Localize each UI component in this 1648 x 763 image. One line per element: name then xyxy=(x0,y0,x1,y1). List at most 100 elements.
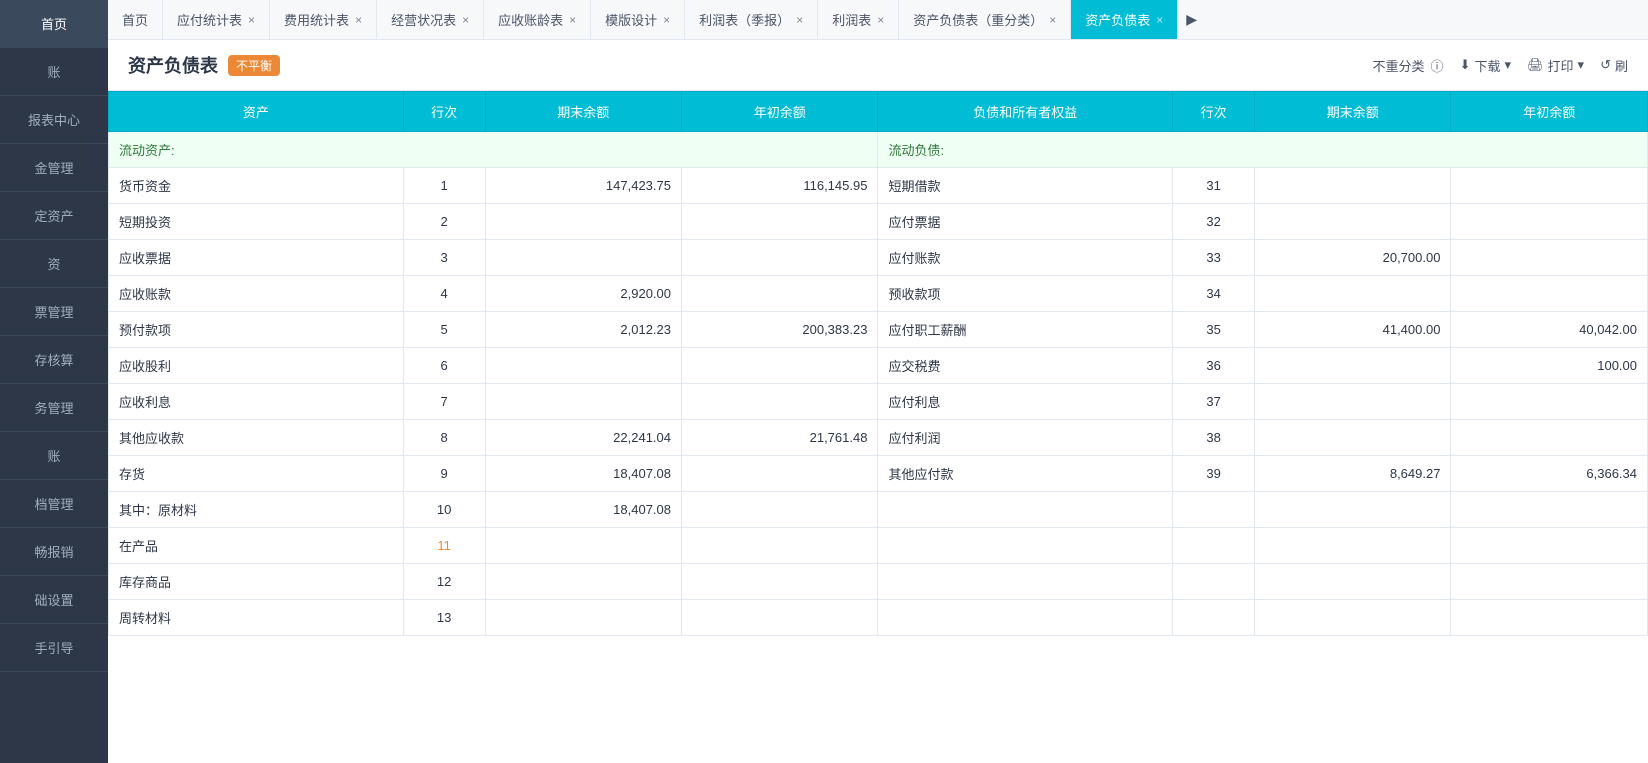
right-end-balance[interactable]: 20,700.00 xyxy=(1255,240,1451,276)
right-label[interactable] xyxy=(878,600,1173,636)
right-end-balance[interactable] xyxy=(1255,492,1451,528)
sidebar-item-ledger[interactable]: 账 xyxy=(0,48,108,96)
left-begin-balance[interactable] xyxy=(682,492,878,528)
left-end-balance[interactable]: 2,920.00 xyxy=(485,276,681,312)
close-tab-income-quarterly[interactable]: × xyxy=(796,13,803,27)
close-tab-template-design[interactable]: × xyxy=(663,13,670,27)
left-end-balance[interactable]: 147,423.75 xyxy=(485,168,681,204)
right-end-balance[interactable]: 41,400.00 xyxy=(1255,312,1451,348)
right-begin-balance[interactable] xyxy=(1451,420,1648,456)
left-begin-balance[interactable] xyxy=(682,600,878,636)
right-begin-balance[interactable]: 100.00 xyxy=(1451,348,1648,384)
close-tab-expense-stats[interactable]: × xyxy=(355,13,362,27)
sidebar-item-archive[interactable]: 档管理 xyxy=(0,480,108,528)
right-begin-balance[interactable] xyxy=(1451,564,1648,600)
right-end-balance[interactable] xyxy=(1255,204,1451,240)
tab-home[interactable]: 首页 xyxy=(108,0,163,40)
close-tab-balance-reclassified[interactable]: × xyxy=(1049,13,1056,27)
left-end-balance[interactable] xyxy=(485,564,681,600)
left-label[interactable]: 在产品 xyxy=(109,528,404,564)
right-begin-balance[interactable] xyxy=(1451,204,1648,240)
tab-balance[interactable]: 资产负债表 × xyxy=(1071,0,1178,40)
close-tab-operations[interactable]: × xyxy=(462,13,469,27)
left-label[interactable]: 存货 xyxy=(109,456,404,492)
tab-operations[interactable]: 经营状况表 × xyxy=(377,0,484,40)
left-label[interactable]: 预付款项 xyxy=(109,312,404,348)
left-begin-balance[interactable] xyxy=(682,564,878,600)
left-begin-balance[interactable]: 200,383.23 xyxy=(682,312,878,348)
right-end-balance[interactable] xyxy=(1255,564,1451,600)
left-begin-balance[interactable] xyxy=(682,204,878,240)
right-begin-balance[interactable] xyxy=(1451,600,1648,636)
right-begin-balance[interactable] xyxy=(1451,168,1648,204)
sidebar-item-home[interactable]: 首页 xyxy=(0,0,108,48)
left-end-balance[interactable]: 18,407.08 xyxy=(485,492,681,528)
sidebar-item-account[interactable]: 账 xyxy=(0,432,108,480)
close-tab-receivables-aging[interactable]: × xyxy=(569,13,576,27)
right-label[interactable] xyxy=(878,564,1173,600)
tab-balance-reclassified[interactable]: 资产负债表（重分类） × xyxy=(899,0,1071,40)
right-end-balance[interactable]: 8,649.27 xyxy=(1255,456,1451,492)
left-begin-balance[interactable]: 116,145.95 xyxy=(682,168,878,204)
left-begin-balance[interactable]: 21,761.48 xyxy=(682,420,878,456)
left-end-balance[interactable] xyxy=(485,600,681,636)
right-label[interactable]: 应付账款 xyxy=(878,240,1173,276)
left-label[interactable]: 短期投资 xyxy=(109,204,404,240)
right-begin-balance[interactable] xyxy=(1451,384,1648,420)
right-label[interactable]: 应付票据 xyxy=(878,204,1173,240)
left-end-balance[interactable]: 22,241.04 xyxy=(485,420,681,456)
sidebar-item-fixed-assets[interactable]: 定资产 xyxy=(0,192,108,240)
tab-payable-stats[interactable]: 应付统计表 × xyxy=(163,0,270,40)
sidebar-item-ticket-management[interactable]: 票管理 xyxy=(0,288,108,336)
right-begin-balance[interactable] xyxy=(1451,528,1648,564)
left-label[interactable]: 其中：原材料 xyxy=(109,492,404,528)
left-begin-balance[interactable] xyxy=(682,384,878,420)
left-begin-balance[interactable] xyxy=(682,528,878,564)
tab-expense-stats[interactable]: 费用统计表 × xyxy=(270,0,377,40)
close-tab-income[interactable]: × xyxy=(877,13,884,27)
right-label[interactable] xyxy=(878,528,1173,564)
download-button[interactable]: ⬇ 下载 ▾ xyxy=(1460,56,1511,75)
left-end-balance[interactable] xyxy=(485,204,681,240)
right-end-balance[interactable] xyxy=(1255,348,1451,384)
no-reclassify-button[interactable]: 不重分类 ⓘ xyxy=(1373,56,1444,75)
right-label[interactable]: 应付利息 xyxy=(878,384,1173,420)
print-button[interactable]: 🖨 打印 ▾ xyxy=(1527,56,1584,75)
sidebar-item-tax-management[interactable]: 务管理 xyxy=(0,384,108,432)
right-end-balance[interactable] xyxy=(1255,384,1451,420)
close-tab-payable-stats[interactable]: × xyxy=(248,13,255,27)
right-label[interactable]: 应付利润 xyxy=(878,420,1173,456)
left-label[interactable]: 货币资金 xyxy=(109,168,404,204)
sidebar-item-fund-management[interactable]: 金管理 xyxy=(0,144,108,192)
left-end-balance[interactable]: 18,407.08 xyxy=(485,456,681,492)
right-begin-balance[interactable]: 6,366.34 xyxy=(1451,456,1648,492)
right-end-balance[interactable] xyxy=(1255,528,1451,564)
tab-income-quarterly[interactable]: 利润表（季报） × xyxy=(685,0,818,40)
right-begin-balance[interactable] xyxy=(1451,240,1648,276)
left-begin-balance[interactable] xyxy=(682,456,878,492)
left-begin-balance[interactable] xyxy=(682,240,878,276)
right-label[interactable]: 其他应付款 xyxy=(878,456,1173,492)
right-begin-balance[interactable]: 40,042.00 xyxy=(1451,312,1648,348)
right-end-balance[interactable] xyxy=(1255,420,1451,456)
right-label[interactable]: 短期借款 xyxy=(878,168,1173,204)
close-tab-balance[interactable]: × xyxy=(1156,13,1163,27)
left-label[interactable]: 应收账款 xyxy=(109,276,404,312)
left-end-balance[interactable] xyxy=(485,528,681,564)
sidebar-item-expense[interactable]: 畅报销 xyxy=(0,528,108,576)
left-begin-balance[interactable] xyxy=(682,276,878,312)
sidebar-item-report-center[interactable]: 报表中心 xyxy=(0,96,108,144)
left-label[interactable]: 周转材料 xyxy=(109,600,404,636)
right-label[interactable] xyxy=(878,492,1173,528)
sidebar-item-settings[interactable]: 础设置 xyxy=(0,576,108,624)
right-label[interactable]: 应付职工薪酬 xyxy=(878,312,1173,348)
left-end-balance[interactable]: 2,012.23 xyxy=(485,312,681,348)
right-label[interactable]: 应交税费 xyxy=(878,348,1173,384)
right-begin-balance[interactable] xyxy=(1451,492,1648,528)
tab-template-design[interactable]: 模版设计 × xyxy=(591,0,685,40)
right-end-balance[interactable] xyxy=(1255,600,1451,636)
right-end-balance[interactable] xyxy=(1255,168,1451,204)
left-label[interactable]: 应收股利 xyxy=(109,348,404,384)
sidebar-item-investment[interactable]: 资 xyxy=(0,240,108,288)
refresh-button[interactable]: ↺ 刷 xyxy=(1600,56,1628,75)
